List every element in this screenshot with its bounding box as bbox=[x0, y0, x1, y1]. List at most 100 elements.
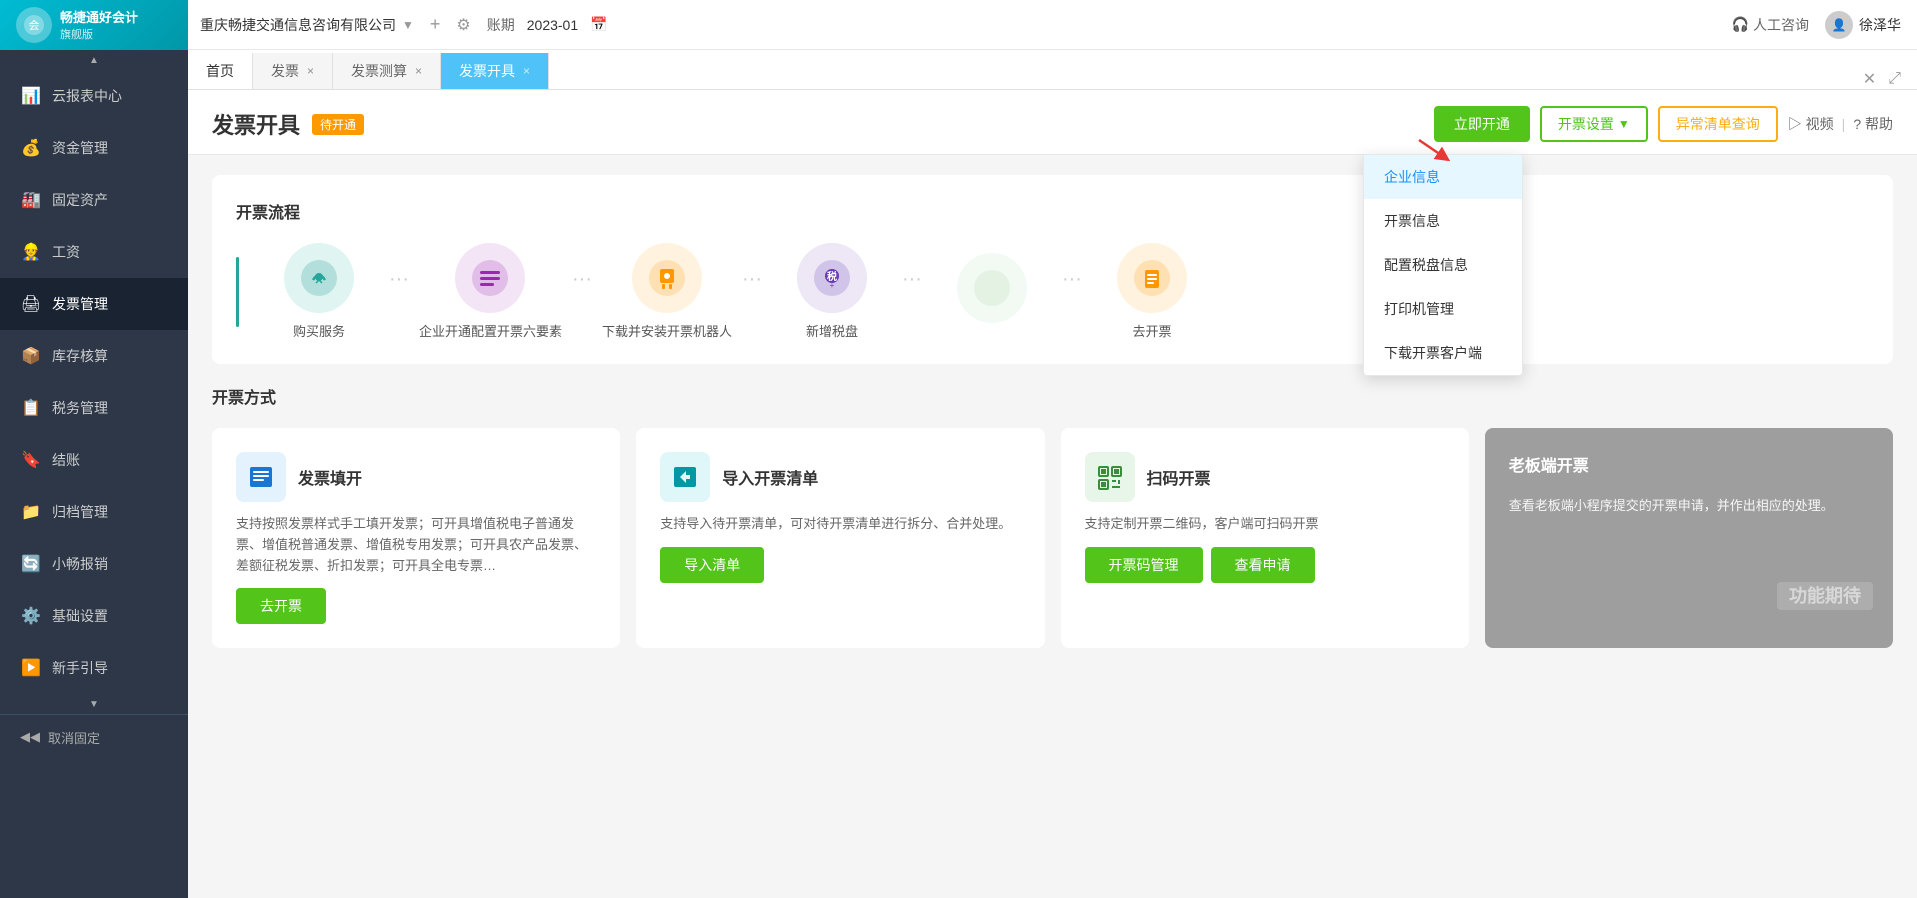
tab-close-icon[interactable]: × bbox=[523, 64, 530, 78]
sidebar-item-label: 发票管理 bbox=[52, 294, 108, 314]
dropdown-item-tax-disk[interactable]: 配置税盘信息 bbox=[1364, 243, 1522, 287]
step4-label: 新增税盘 bbox=[806, 321, 858, 340]
fill-go-button[interactable]: 去开票 bbox=[236, 588, 326, 624]
app-title: 畅捷通好会计 bbox=[60, 7, 138, 26]
sidebar-item-jiezhang[interactable]: 🔖 结账 bbox=[0, 434, 188, 486]
sidebar-item-guidang[interactable]: 📁 归档管理 bbox=[0, 486, 188, 538]
company-selector[interactable]: 重庆畅捷交通信息咨询有限公司 ▼ bbox=[200, 15, 414, 35]
sidebar-item-label: 新手引导 bbox=[52, 658, 108, 678]
fill-btn-area: 去开票 bbox=[236, 588, 326, 624]
xiaochang-icon: 🔄 bbox=[20, 553, 42, 575]
fill-icon bbox=[236, 452, 286, 502]
tab-fapiao[interactable]: 发票 × bbox=[253, 53, 333, 89]
step3-label: 下载并安装开票机器人 bbox=[602, 321, 732, 340]
step5-icon bbox=[957, 253, 1027, 323]
scan-icon bbox=[1085, 452, 1135, 502]
close-window-icon[interactable]: ✕ bbox=[1863, 69, 1876, 89]
flow-steps: 购买服务 ··· 企业开通配置开票六要素 ··· bbox=[236, 243, 1869, 340]
flow-arrow-2: ··· bbox=[572, 268, 592, 316]
jichu-icon: ⚙️ bbox=[20, 605, 42, 627]
page-title: 发票开具 bbox=[212, 108, 300, 140]
flow-step-1: 购买服务 bbox=[259, 243, 379, 340]
import-btn-area: 导入清单 bbox=[660, 547, 764, 583]
tab-close-icon[interactable]: × bbox=[307, 64, 314, 78]
sidebar-item-guding[interactable]: 🏭 固定资产 bbox=[0, 174, 188, 226]
step4-icon: 税+ bbox=[797, 243, 867, 313]
tab-fapiao-cesuan[interactable]: 发票测算 × bbox=[333, 53, 441, 89]
sidebar-item-xinshou[interactable]: ▶️ 新手引导 bbox=[0, 642, 188, 694]
expand-icon[interactable]: ⤢ bbox=[1888, 70, 1901, 88]
sidebar-scroll-down[interactable]: ▼ bbox=[0, 694, 188, 714]
shuiwu-icon: 📋 bbox=[20, 397, 42, 419]
import-icon bbox=[660, 452, 710, 502]
app-logo-icon: 会 bbox=[16, 7, 52, 43]
laoban-badge-text: 功能期待 bbox=[1777, 582, 1873, 610]
period-label: 账期 bbox=[487, 15, 515, 35]
tab-label: 发票 bbox=[271, 61, 299, 81]
guidang-icon: 📁 bbox=[20, 501, 42, 523]
import-button[interactable]: 导入清单 bbox=[660, 547, 764, 583]
sidebar-item-label: 库存核算 bbox=[52, 346, 108, 366]
settings-icon[interactable]: ⚙ bbox=[456, 15, 470, 35]
sidebar-item-gongzi[interactable]: 👷 工资 bbox=[0, 226, 188, 278]
scan-manage-button[interactable]: 开票码管理 bbox=[1085, 547, 1203, 583]
tab-label: 首页 bbox=[206, 61, 234, 81]
method-card-laoban: 老板端开票 查看老板端小程序提交的开票申请，并作出相应的处理。 功能期待 bbox=[1485, 428, 1893, 648]
dropdown-item-printer[interactable]: 打印机管理 bbox=[1364, 287, 1522, 331]
page-header: 发票开具 待开通 立即开通 开票设置 ▼ 异常清单查询 ▷ 视频 | ? 帮助 bbox=[188, 90, 1917, 155]
sidebar-item-label: 基础设置 bbox=[52, 606, 108, 626]
sidebar-item-zijin[interactable]: 💰 资金管理 bbox=[0, 122, 188, 174]
tab-home[interactable]: 首页 bbox=[188, 53, 253, 89]
sidebar-scroll-up[interactable]: ▲ bbox=[0, 50, 188, 70]
settings-button[interactable]: 开票设置 ▼ bbox=[1540, 106, 1648, 142]
sidebar-item-kucun[interactable]: 📦 库存核算 bbox=[0, 330, 188, 382]
yunbao-icon: 📊 bbox=[20, 85, 42, 107]
sidebar-item-fapiao[interactable]: 🖨 发票管理 bbox=[0, 278, 188, 330]
flow-step-4: 税+ 新增税盘 bbox=[772, 243, 892, 340]
user-info[interactable]: 👤 徐泽华 bbox=[1825, 11, 1901, 39]
tab-label: 发票测算 bbox=[351, 61, 407, 81]
video-icon[interactable]: ▷ 视频 bbox=[1788, 114, 1834, 134]
flow-section-title: 开票流程 bbox=[236, 199, 1869, 223]
laoban-title: 老板端开票 bbox=[1509, 452, 1589, 476]
sidebar-item-shuiwu[interactable]: 📋 税务管理 bbox=[0, 382, 188, 434]
exception-button[interactable]: 异常清单查询 bbox=[1658, 106, 1778, 142]
calendar-icon[interactable]: 📅 bbox=[590, 16, 607, 33]
sidebar-item-label: 归档管理 bbox=[52, 502, 108, 522]
help-icon[interactable]: ? 帮助 bbox=[1853, 114, 1893, 134]
consult-button[interactable]: 🎧 人工咨询 bbox=[1732, 15, 1809, 35]
sidebar-item-jichu[interactable]: ⚙️ 基础设置 bbox=[0, 590, 188, 642]
add-tab-button[interactable]: + bbox=[426, 14, 445, 35]
card-import-header: 导入开票清单 bbox=[660, 452, 1020, 502]
tab-close-icon[interactable]: × bbox=[415, 64, 422, 78]
headset-icon: 🎧 bbox=[1732, 16, 1749, 33]
svg-text:会: 会 bbox=[29, 19, 40, 32]
flow-step-6: 去开票 bbox=[1092, 243, 1212, 340]
dropdown-item-download[interactable]: 下载开票客户端 bbox=[1364, 331, 1522, 375]
flow-arrow-1: ··· bbox=[389, 268, 409, 316]
scan-view-button[interactable]: 查看申请 bbox=[1211, 547, 1315, 583]
sidebar-item-label: 云报表中心 bbox=[52, 86, 122, 106]
flow-step-2: 企业开通配置开票六要素 bbox=[419, 243, 562, 340]
tab-label: 发票开具 bbox=[459, 61, 515, 81]
sidebar-item-yunbao[interactable]: 📊 云报表中心 bbox=[0, 70, 188, 122]
sidebar-item-xiaochang[interactable]: 🔄 小畅报销 bbox=[0, 538, 188, 590]
kucun-icon: 📦 bbox=[20, 345, 42, 367]
card-laoban-header: 老板端开票 bbox=[1509, 452, 1869, 484]
cancel-pin-button[interactable]: ◀◀ 取消固定 bbox=[0, 715, 188, 759]
flow-step-5 bbox=[932, 253, 1052, 331]
gongzi-icon: 👷 bbox=[20, 241, 42, 263]
help-label: 帮助 bbox=[1865, 116, 1893, 132]
chevron-down-icon: ▼ bbox=[1618, 117, 1630, 131]
tab-fapiao-kaiju[interactable]: 发票开具 × bbox=[441, 53, 549, 89]
laoban-desc: 查看老板端小程序提交的开票申请，并作出相应的处理。 bbox=[1509, 496, 1869, 517]
unpin-icon: ◀◀ bbox=[20, 729, 40, 745]
sidebar-item-label: 小畅报销 bbox=[52, 554, 108, 574]
sidebar: ▲ 📊 云报表中心 💰 资金管理 🏭 固定资产 👷 工资 🖨 发票管理 bbox=[0, 50, 188, 898]
step2-label: 企业开通配置开票六要素 bbox=[419, 321, 562, 340]
avatar-icon: 👤 bbox=[1825, 11, 1853, 39]
card-fill-header: 发票填开 bbox=[236, 452, 596, 502]
step2-icon bbox=[455, 243, 525, 313]
sidebar-item-label: 工资 bbox=[52, 242, 80, 262]
dropdown-item-invoice-info[interactable]: 开票信息 bbox=[1364, 199, 1522, 243]
